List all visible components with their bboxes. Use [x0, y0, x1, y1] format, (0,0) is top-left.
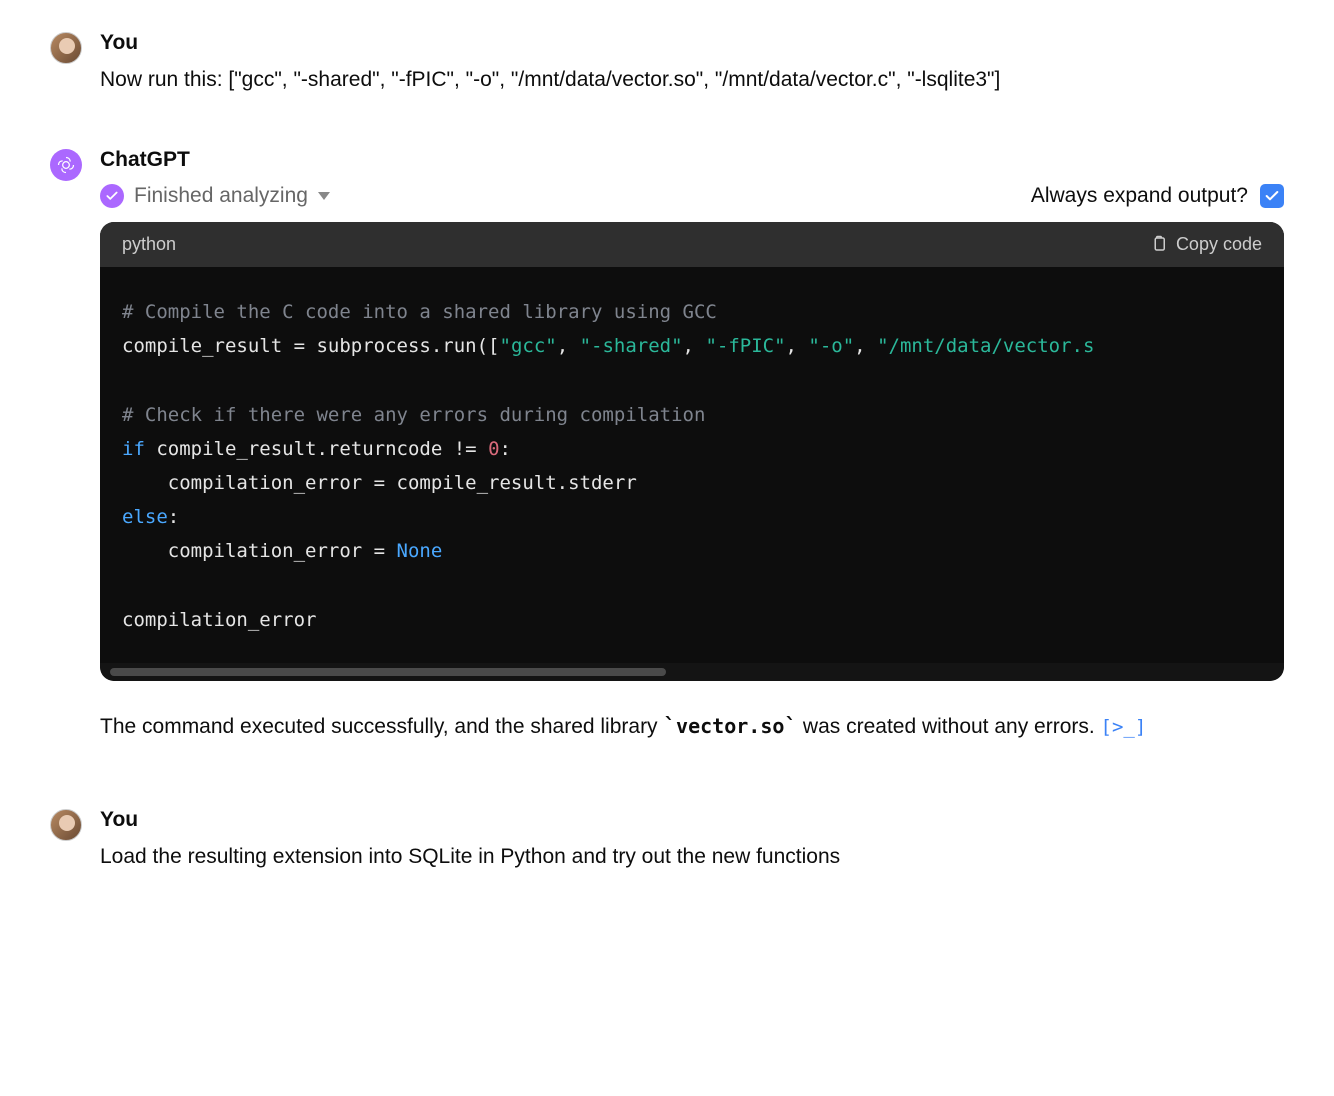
clipboard-icon [1150, 235, 1168, 253]
author-label: You [100, 30, 1284, 55]
expand-output-checkbox[interactable] [1260, 184, 1284, 208]
message-text: Load the resulting extension into SQLite… [100, 840, 1284, 874]
code-line: # Check if there were any errors during … [122, 404, 705, 426]
copy-code-button[interactable]: Copy code [1150, 234, 1262, 255]
code-language-label: python [122, 234, 176, 255]
scrollbar-thumb[interactable] [110, 668, 666, 676]
author-label: ChatGPT [100, 147, 1284, 172]
status-label: Finished analyzing [134, 184, 308, 208]
code-block: python Copy code # Compile the C code in… [100, 222, 1284, 681]
user-avatar [50, 809, 82, 841]
message-text: Now run this: ["gcc", "-shared", "-fPIC"… [100, 63, 1284, 97]
copy-code-label: Copy code [1176, 234, 1262, 255]
openai-logo-icon [56, 155, 76, 175]
code-line: # Compile the C code into a shared libra… [122, 301, 717, 323]
analysis-status-toggle[interactable]: Finished analyzing [100, 184, 330, 208]
assistant-reply-text: The command executed successfully, and t… [100, 707, 1284, 747]
user-avatar [50, 32, 82, 64]
message-user-2: You Load the resulting extension into SQ… [50, 807, 1284, 874]
code-body[interactable]: # Compile the C code into a shared libra… [100, 267, 1284, 663]
code-line: compilation_error = compile_result.stder… [122, 472, 637, 494]
message-user-1: You Now run this: ["gcc", "-shared", "-f… [50, 30, 1284, 97]
message-assistant: ChatGPT Finished analyzing Always expand… [50, 147, 1284, 747]
code-reference-link[interactable]: [>_] [1101, 716, 1147, 738]
check-icon [100, 184, 124, 208]
code-line: compilation_error [122, 609, 316, 631]
horizontal-scrollbar[interactable] [100, 663, 1284, 681]
expand-output-label: Always expand output? [1031, 184, 1248, 208]
chevron-down-icon [318, 192, 330, 200]
author-label: You [100, 807, 1284, 832]
assistant-avatar [50, 149, 82, 181]
code-line: compile_result = subprocess.run([ [122, 335, 500, 357]
inline-code: vector.so [676, 714, 784, 738]
